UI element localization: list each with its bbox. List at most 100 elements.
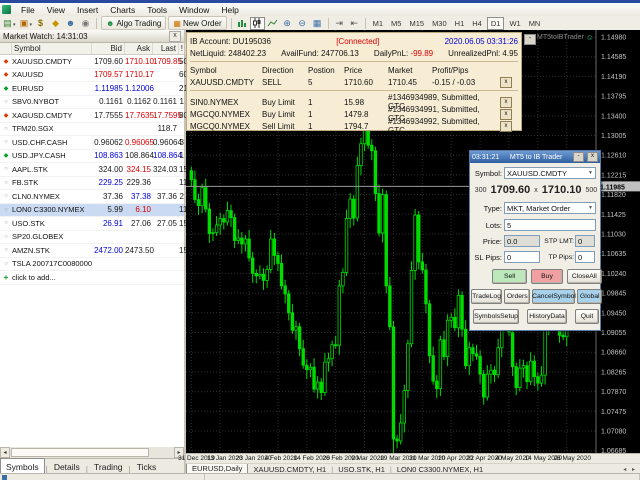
price-axis-label: 1.10240 [601, 271, 626, 278]
cancel-order-button[interactable]: x [500, 108, 512, 120]
lots-input[interactable]: 5 [504, 219, 596, 231]
bar-chart-icon[interactable] [235, 17, 250, 29]
market-watch-row[interactable]: ○ LON0 C3300.NYMEX 5.99 6.10 11 [0, 203, 187, 217]
market-watch-row[interactable]: ○ FB.STK 229.25 229.36 11 [0, 177, 187, 190]
timeframe-h1[interactable]: H1 [452, 18, 468, 29]
menu-view[interactable]: View [41, 5, 71, 15]
panel-collapse-button[interactable]: - [524, 34, 536, 45]
dialog-minimize-button[interactable]: - [573, 152, 584, 162]
menu-file[interactable]: File [15, 5, 41, 15]
market-watch-row[interactable]: ○ AAPL.STK 324.00 324.15 324.03 15 [0, 163, 188, 177]
sell-button[interactable]: Sell [492, 269, 528, 284]
market-watch-row[interactable]: ◆ USD.JPY.CASH 108.863 108.864 108.864 1 [0, 150, 184, 163]
cancel-symbol-button[interactable]: CancelSymbol [532, 289, 576, 304]
scrollbar-thumb[interactable] [11, 448, 149, 457]
tab-scroll-arrows[interactable]: ◂ ▸ [623, 466, 640, 473]
symbol-name: EURUSD [12, 83, 44, 93]
tp-pips-input[interactable]: 0 [575, 251, 595, 263]
timeframe-m5[interactable]: M5 [388, 18, 404, 29]
scroll-left-icon[interactable]: ◂ [0, 447, 10, 458]
timeframe-m30[interactable]: M30 [429, 18, 450, 29]
symbols-setup-button[interactable]: SymbolsSetup [473, 309, 519, 324]
cancel-order-button[interactable]: x [500, 96, 512, 108]
close-all-button[interactable]: CloseAll [566, 269, 603, 284]
new-order-button[interactable]: ▦ New Order [168, 16, 227, 30]
buy-button[interactable]: Buy [531, 269, 563, 284]
menu-window[interactable]: Window [173, 5, 215, 15]
menu-charts[interactable]: Charts [104, 5, 141, 15]
signal-icon[interactable]: ◉ [78, 17, 93, 29]
ask-value: 1710.17 [125, 70, 154, 80]
market-watch-close-icon[interactable]: x [169, 30, 181, 42]
ib-dailypnl: DailyPnL: -99.89 [373, 48, 434, 58]
market-watch-row[interactable]: ○ SP20.GLOBEX [0, 231, 184, 244]
timeframe-d1[interactable]: D1 [486, 16, 505, 30]
market-watch-row[interactable]: ◆ EURUSD 1.11985 1.12006 21 [0, 82, 188, 96]
market-watch-row[interactable]: ○ SBV0.NYBOT 0.1161 0.1162 0.1161 1 [0, 96, 184, 109]
spread-value: 15 [179, 218, 188, 228]
header-symbol[interactable]: Symbol [12, 43, 92, 54]
auto-scroll-icon[interactable]: ⇥ [332, 17, 347, 29]
tab-symbols[interactable]: Symbols [0, 458, 45, 474]
market-watch-row[interactable]: ○ USO.STK 26.91 27.06 27.05 15 [0, 217, 188, 231]
trade-log-button[interactable]: TradeLog [471, 289, 503, 304]
orders-button[interactable]: Orders [504, 289, 531, 304]
sl-pips-input[interactable]: 0 [504, 251, 540, 263]
user-icon[interactable]: ☻ [63, 17, 78, 29]
history-data-button[interactable]: HistoryData [527, 309, 567, 324]
timeframe-h4[interactable]: H4 [469, 18, 485, 29]
header-ask[interactable]: Ask [125, 43, 153, 54]
header-spread[interactable]: ! [179, 43, 186, 54]
ask-value: 2473.50 [125, 245, 154, 255]
symbol-combobox[interactable]: XAUUSD.CMDTY ▼ [504, 167, 596, 179]
header-bid[interactable]: Bid [92, 43, 125, 54]
global-button[interactable]: Global [577, 289, 602, 304]
tab-trading[interactable]: Trading [89, 460, 128, 474]
tp-pips-label: TP Pips: [548, 253, 574, 261]
market-watch-row[interactable]: ◆ XAUUSD.CMDTY 1709.60 1710.10 1709.85 50 [0, 55, 188, 69]
bid-value: 0.96062 [94, 137, 123, 147]
algo-trading-button[interactable]: ☻ Algo Trading [101, 16, 167, 30]
diamond-icon[interactable]: ◆ [48, 17, 63, 29]
zoom-in-icon[interactable]: ⊕ [280, 17, 295, 29]
tile-windows-icon[interactable]: ▦ [310, 17, 325, 29]
menu-insert[interactable]: Insert [71, 5, 104, 15]
market-watch-row[interactable]: ○ AMZN.STK 2472.002473.50 150 [0, 244, 192, 258]
header-last[interactable]: Last [153, 43, 179, 54]
timeframe-w1[interactable]: W1 [506, 18, 523, 29]
ea-smiley-icon[interactable]: ☺ [586, 33, 594, 42]
line-chart-icon[interactable] [265, 17, 280, 29]
order-type-combobox[interactable]: MKT, Market Order ▼ [504, 202, 596, 214]
zoom-out-icon[interactable]: ⊖ [295, 17, 310, 29]
market-watch-row[interactable]: ○ USD.CHF.CASH 0.96062 0.96065 0.96064 3 [0, 136, 184, 150]
symbol-name: USD.JPY.CASH [12, 151, 66, 161]
tab-details[interactable]: Details [49, 460, 85, 474]
market-watch-row[interactable]: ◆ XAUUSD 1709.57 1710.17 60 [0, 69, 188, 82]
timeframe-m15[interactable]: M15 [406, 18, 427, 29]
candlestick-chart-icon[interactable] [249, 16, 265, 30]
chart-shift-icon[interactable]: ⇤ [347, 17, 362, 29]
menu-tools[interactable]: Tools [141, 5, 173, 15]
market-watch-row[interactable]: ○ CLN0.NYMEX 37.36 37.38 37.36 2 [0, 190, 184, 204]
menu-help[interactable]: Help [215, 5, 244, 15]
tab-ticks[interactable]: Ticks [132, 460, 162, 474]
dialog-titlebar[interactable]: 03:31:21 MT5 to IB Trader - x [470, 151, 600, 163]
profiles-dropdown-icon[interactable]: ▾ [30, 22, 33, 28]
price-input[interactable]: 0.0 [504, 235, 540, 247]
timeframe-m1[interactable]: M1 [370, 18, 386, 29]
ib-datetime: 2020.06.05 03:31:26 [444, 36, 518, 46]
cancel-order-button[interactable]: x [500, 120, 512, 132]
market-watch-row[interactable]: ◆ XAGUSD.CMDTY 17.7555 17.7635 17.7595 80 [0, 109, 188, 123]
close-position-button[interactable]: x [500, 76, 512, 88]
market-watch-row[interactable]: ○ TFM20.SGX 118.7 [0, 123, 184, 136]
quit-button[interactable]: Quit [575, 309, 599, 324]
dollar-icon[interactable]: $ [33, 17, 48, 29]
timeframe-mn[interactable]: MN [526, 18, 544, 29]
dialog-close-button[interactable]: x [587, 152, 598, 162]
stp-lmt-input[interactable]: 0 [575, 235, 595, 247]
market-watch-scrollbar[interactable]: ◂ ▸ [0, 447, 184, 458]
dialog-title: MT5 to IB Trader [509, 153, 563, 161]
market-watch-row[interactable]: ○ TSLA 200717C00800000.OPT [0, 258, 184, 271]
new-chart-dropdown-icon[interactable]: ▾ [13, 22, 16, 28]
market-watch-row[interactable]: + click to add... [0, 271, 184, 285]
